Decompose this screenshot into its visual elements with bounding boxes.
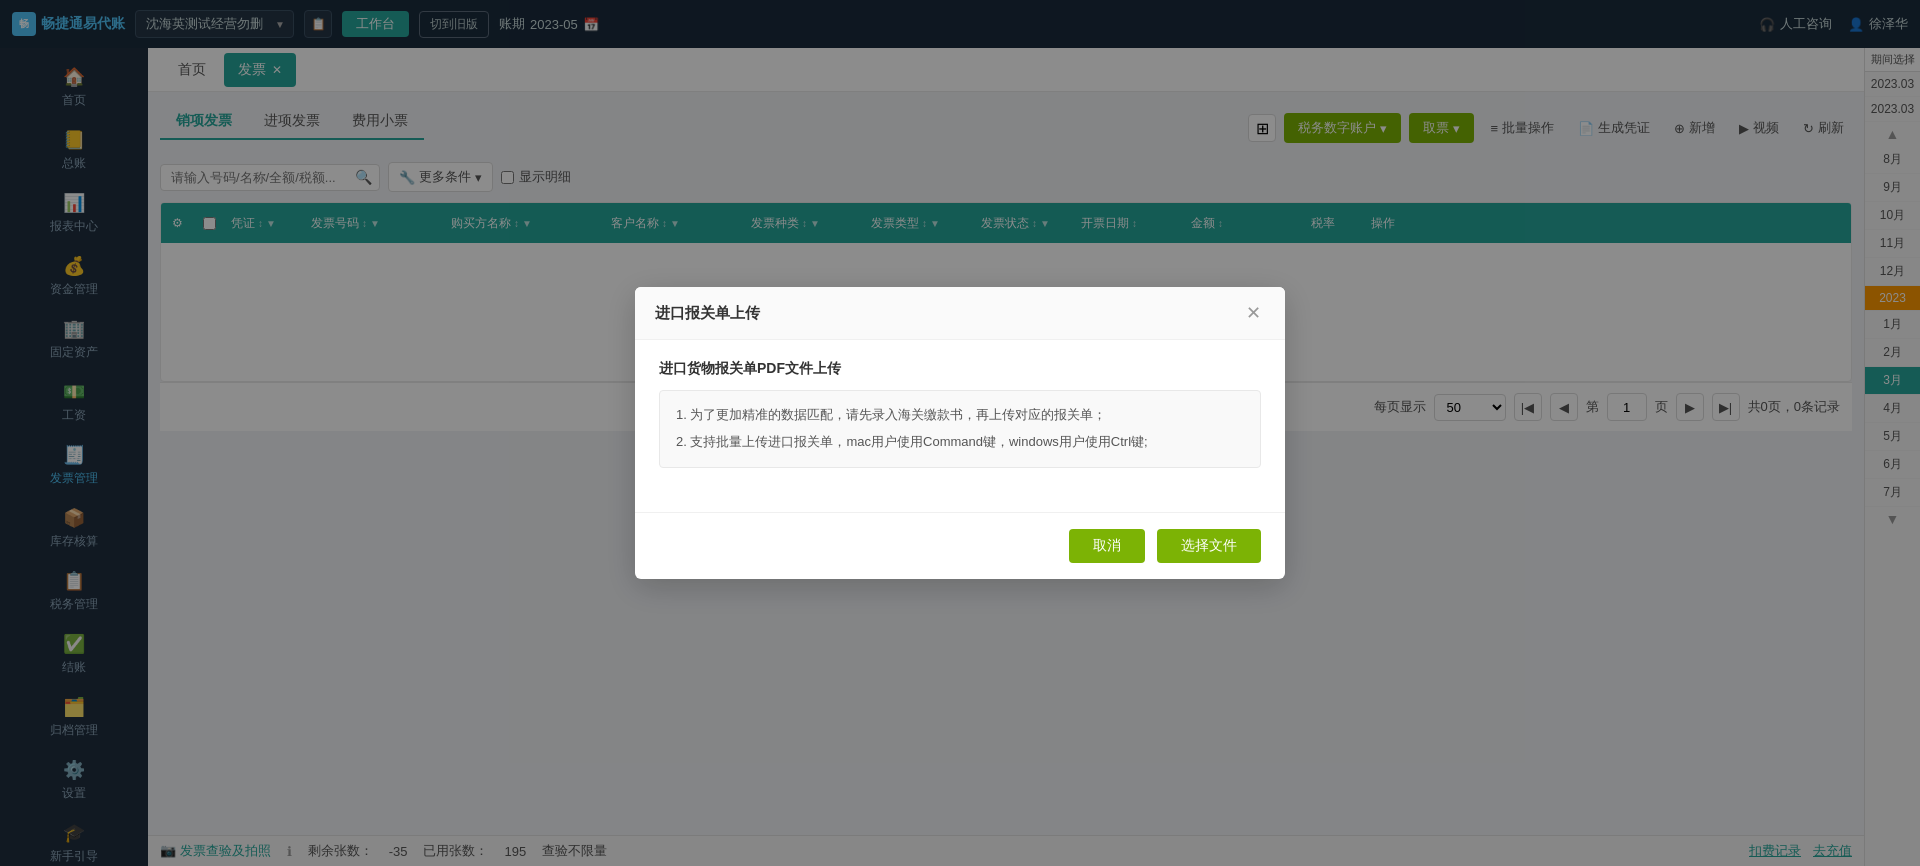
modal-footer: 取消 选择文件 (635, 512, 1285, 579)
import-customs-modal: 进口报关单上传 ✕ 进口货物报关单PDF文件上传 1. 为了更加精准的数据匹配，… (635, 287, 1285, 579)
modal-title: 进口报关单上传 (655, 304, 760, 323)
modal-overlay[interactable]: 进口报关单上传 ✕ 进口货物报关单PDF文件上传 1. 为了更加精准的数据匹配，… (0, 0, 1920, 866)
modal-cancel-button[interactable]: 取消 (1069, 529, 1145, 563)
modal-section-title: 进口货物报关单PDF文件上传 (659, 360, 1261, 378)
modal-header: 进口报关单上传 ✕ (635, 287, 1285, 340)
modal-close-button[interactable]: ✕ (1241, 301, 1265, 325)
modal-info-item-2: 2. 支持批量上传进口报关单，mac用户使用Command键，windows用户… (676, 432, 1244, 453)
modal-body: 进口货物报关单PDF文件上传 1. 为了更加精准的数据匹配，请先录入海关缴款书，… (635, 340, 1285, 512)
modal-info-item-1: 1. 为了更加精准的数据匹配，请先录入海关缴款书，再上传对应的报关单； (676, 405, 1244, 426)
modal-info-box: 1. 为了更加精准的数据匹配，请先录入海关缴款书，再上传对应的报关单； 2. 支… (659, 390, 1261, 468)
modal-select-file-button[interactable]: 选择文件 (1157, 529, 1261, 563)
